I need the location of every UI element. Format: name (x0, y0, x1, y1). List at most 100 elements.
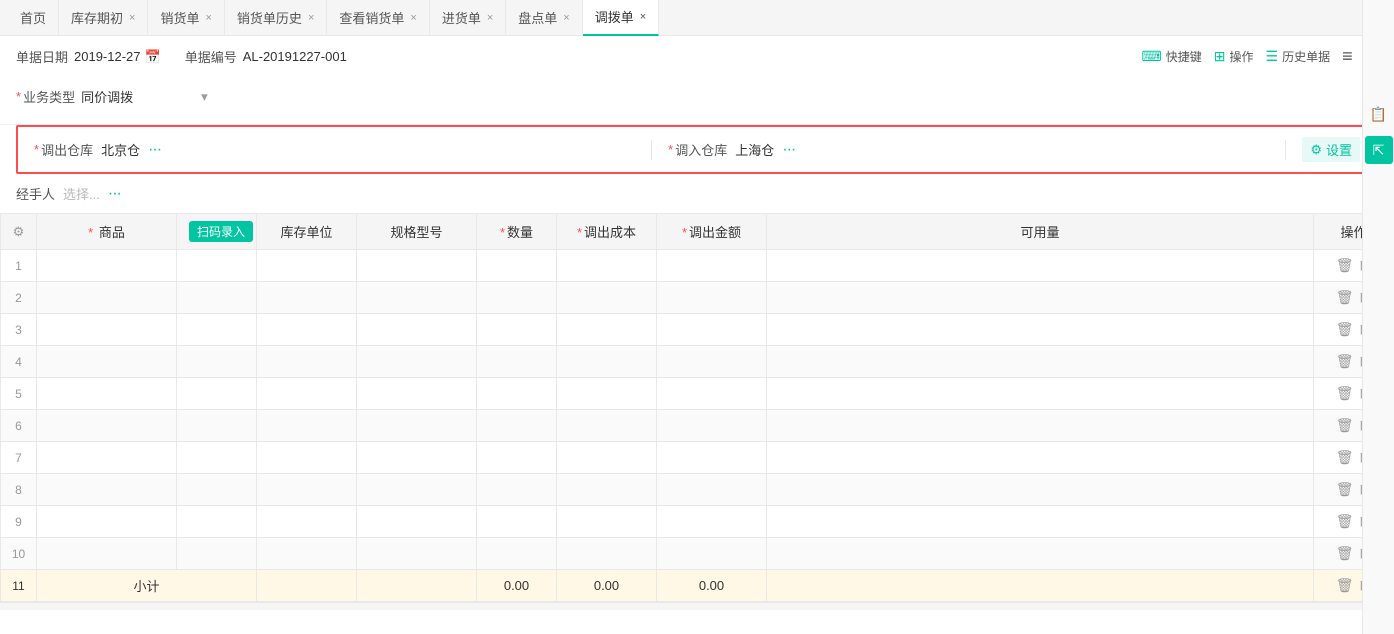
spec-cell[interactable] (357, 474, 477, 506)
person-ellipsis-btn[interactable]: ··· (108, 185, 121, 203)
goods-cell[interactable] (37, 378, 177, 410)
goods-cell[interactable] (37, 250, 177, 282)
unit-cell[interactable] (257, 442, 357, 474)
goods-cell[interactable] (37, 314, 177, 346)
close-tab-7[interactable]: × (640, 11, 646, 23)
shortcut-btn[interactable]: ⌨ 快捷键 (1142, 48, 1202, 65)
spec-cell[interactable] (357, 538, 477, 570)
qty-cell[interactable] (477, 538, 557, 570)
delete-icon[interactable]: 🗑 (1336, 481, 1354, 498)
unit-cell[interactable] (257, 506, 357, 538)
table-gear-icon[interactable]: ⚙ (13, 224, 25, 239)
business-value[interactable]: 同价调拨 (81, 87, 161, 106)
tab-inventory-init[interactable]: 库存期初 × (59, 0, 148, 36)
delete-icon[interactable]: 🗑 (1336, 289, 1354, 306)
operate-btn[interactable]: ⊞ 操作 (1214, 48, 1254, 65)
delete-icon[interactable]: 🗑 (1336, 353, 1354, 370)
qty-cell[interactable] (477, 346, 557, 378)
tab-transfer[interactable]: 调拨单 × (583, 0, 659, 36)
qty-cell[interactable] (477, 378, 557, 410)
cost-cell[interactable] (557, 346, 657, 378)
tab-view-sales[interactable]: 查看销货单 × (327, 0, 429, 36)
cost-cell[interactable] (557, 506, 657, 538)
cost-cell[interactable] (557, 378, 657, 410)
out-value[interactable]: 北京仓 (101, 140, 140, 159)
spec-cell[interactable] (357, 346, 477, 378)
spec-cell[interactable] (357, 314, 477, 346)
qty-cell[interactable] (477, 410, 557, 442)
delete-icon[interactable]: 🗑 (1336, 321, 1354, 338)
col-header-gear[interactable]: ⚙ (1, 214, 37, 250)
spec-cell[interactable] (357, 378, 477, 410)
cost-cell[interactable] (557, 442, 657, 474)
amount-cell[interactable] (657, 410, 767, 442)
delete-icon[interactable]: 🗑 (1336, 449, 1354, 466)
amount-cell[interactable] (657, 346, 767, 378)
delete-icon[interactable]: 🗑 (1336, 545, 1354, 562)
cost-cell[interactable] (557, 250, 657, 282)
cost-cell[interactable] (557, 410, 657, 442)
qty-cell[interactable] (477, 442, 557, 474)
spec-cell[interactable] (357, 442, 477, 474)
tab-sales-order[interactable]: 销货单 × (148, 0, 224, 36)
unit-cell[interactable] (257, 410, 357, 442)
delete-icon[interactable]: 🗑 (1336, 257, 1354, 274)
goods-cell[interactable] (37, 474, 177, 506)
amount-cell[interactable] (657, 314, 767, 346)
col-header-scan[interactable]: 扫码录入 (177, 214, 257, 250)
amount-cell[interactable] (657, 538, 767, 570)
goods-cell[interactable] (37, 346, 177, 378)
unit-cell[interactable] (257, 314, 357, 346)
unit-cell[interactable] (257, 474, 357, 506)
spec-cell[interactable] (357, 250, 477, 282)
qty-cell[interactable] (477, 474, 557, 506)
unit-cell[interactable] (257, 378, 357, 410)
person-value[interactable]: 选择... (63, 184, 100, 203)
spec-cell[interactable] (357, 410, 477, 442)
cost-cell[interactable] (557, 538, 657, 570)
amount-cell[interactable] (657, 282, 767, 314)
qty-cell[interactable] (477, 314, 557, 346)
qty-cell[interactable] (477, 282, 557, 314)
scroll-bar[interactable] (0, 602, 1394, 610)
amount-cell[interactable] (657, 506, 767, 538)
calendar-icon[interactable]: 📅 (145, 49, 161, 65)
side-expand-btn[interactable]: ⇱ (1365, 136, 1393, 164)
cost-cell[interactable] (557, 474, 657, 506)
close-tab-3[interactable]: × (308, 12, 314, 24)
delete-icon[interactable]: 🗑 (1336, 513, 1354, 530)
goods-cell[interactable] (37, 442, 177, 474)
amount-cell[interactable] (657, 250, 767, 282)
in-value[interactable]: 上海仓 (735, 140, 774, 159)
goods-cell[interactable] (37, 410, 177, 442)
unit-cell[interactable] (257, 250, 357, 282)
tab-sales-history[interactable]: 销货单历史 × (225, 0, 327, 36)
spec-cell[interactable] (357, 282, 477, 314)
close-tab-4[interactable]: × (410, 12, 416, 24)
qty-cell[interactable] (477, 506, 557, 538)
out-ellipsis-btn[interactable]: ··· (148, 141, 161, 159)
goods-cell[interactable] (37, 506, 177, 538)
business-dropdown-icon[interactable]: ▾ (201, 89, 208, 105)
amount-cell[interactable] (657, 474, 767, 506)
tab-purchase[interactable]: 进货单 × (430, 0, 506, 36)
goods-cell[interactable] (37, 538, 177, 570)
qty-cell[interactable] (477, 250, 557, 282)
subtotal-delete-icon[interactable]: 🗑 (1336, 577, 1354, 594)
amount-cell[interactable] (657, 442, 767, 474)
amount-cell[interactable] (657, 378, 767, 410)
setting-btn[interactable]: ⚙ 设置 (1302, 137, 1360, 162)
spec-cell[interactable] (357, 506, 477, 538)
in-ellipsis-btn[interactable]: ··· (782, 141, 795, 159)
history-btn[interactable]: ☰ 历史单据 (1266, 48, 1331, 65)
unit-cell[interactable] (257, 282, 357, 314)
layout-btn-1[interactable]: ≡ (1342, 46, 1353, 67)
delete-icon[interactable]: 🗑 (1336, 385, 1354, 402)
close-tab-6[interactable]: × (563, 12, 569, 24)
side-doc-btn[interactable]: 📋 (1365, 100, 1393, 128)
close-tab-5[interactable]: × (487, 12, 493, 24)
cost-cell[interactable] (557, 314, 657, 346)
delete-icon[interactable]: 🗑 (1336, 417, 1354, 434)
tab-stocktake[interactable]: 盘点单 × (506, 0, 582, 36)
cost-cell[interactable] (557, 282, 657, 314)
